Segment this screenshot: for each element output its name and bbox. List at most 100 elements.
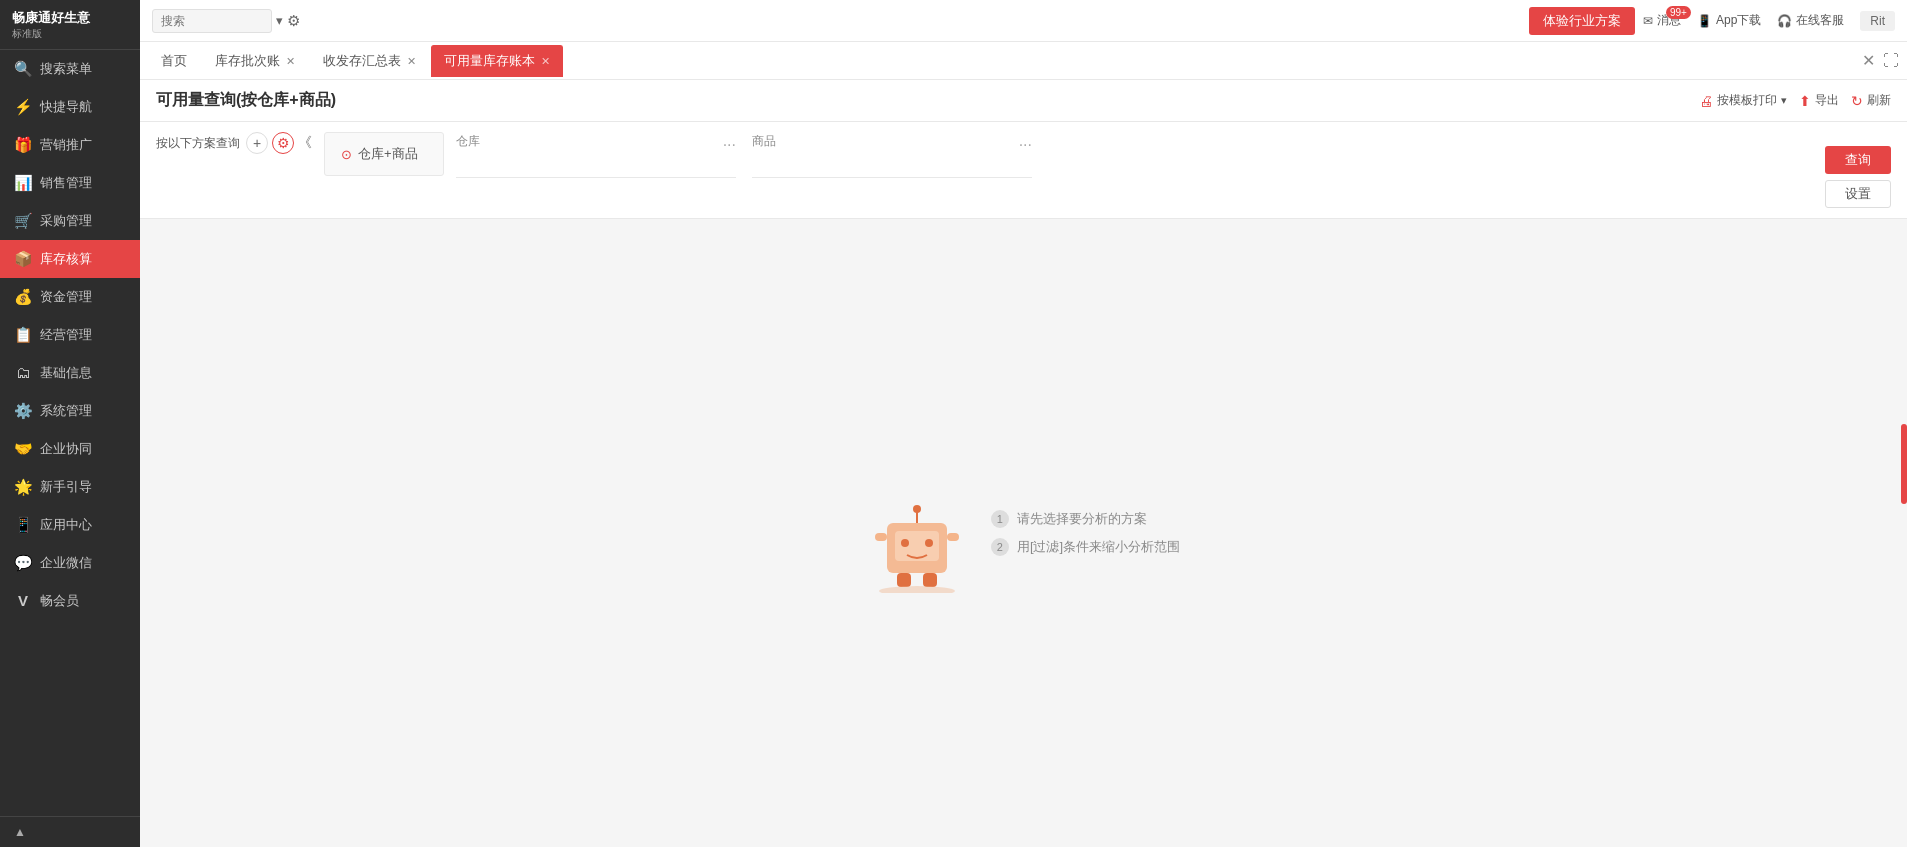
- sidebar-item-enterprise[interactable]: 🤝 企业协同: [0, 430, 140, 468]
- filter-actions: 查询 设置: [1825, 132, 1891, 208]
- sidebar-item-label: 系统管理: [40, 402, 92, 420]
- lightning-icon: ⚡: [14, 98, 32, 116]
- tab-home[interactable]: 首页: [148, 45, 200, 77]
- folder-icon: 🗂: [14, 364, 32, 381]
- print-label: 按模板打印: [1717, 92, 1777, 109]
- sidebar-item-sales[interactable]: 📊 销售管理: [0, 164, 140, 202]
- tab-batch-ledger-label: 库存批次账: [215, 52, 280, 70]
- right-scrollbar[interactable]: [1901, 424, 1907, 504]
- sidebar-item-basic[interactable]: 🗂 基础信息: [0, 354, 140, 392]
- export-icon: ⬆: [1799, 93, 1811, 109]
- topbar: ▾ ⚙ 体验行业方案 ✉ 消息 99+ 📱 App下载 🎧 在线客服 Rit: [140, 0, 1907, 42]
- gear-icon: ⚙️: [14, 402, 32, 420]
- trial-industry-button[interactable]: 体验行业方案: [1529, 7, 1635, 35]
- empty-svg: [867, 483, 967, 593]
- sidebar-item-system[interactable]: ⚙️ 系统管理: [0, 392, 140, 430]
- app-download-button[interactable]: 📱 App下载: [1697, 12, 1761, 29]
- empty-state: 1 请先选择要分析的方案 2 用[过滤]条件来缩小分析范围: [140, 219, 1907, 847]
- sidebar-item-label: 库存核算: [40, 250, 92, 268]
- sidebar-item-marketing[interactable]: 🎁 营销推广: [0, 126, 140, 164]
- handshake-icon: 🤝: [14, 440, 32, 458]
- topbar-gear-button[interactable]: ⚙: [287, 12, 300, 30]
- sidebar-item-purchase[interactable]: 🛒 采购管理: [0, 202, 140, 240]
- topbar-search-input[interactable]: [152, 9, 272, 33]
- settings-button[interactable]: 设置: [1825, 180, 1891, 208]
- filter-area: 按以下方案查询 + ⚙ 《 ⊙ 仓库+商品 仓库 ...: [140, 122, 1907, 219]
- goods-input[interactable]: [752, 154, 1032, 178]
- download-icon: 📱: [1697, 14, 1712, 28]
- message-button[interactable]: ✉ 消息 99+: [1643, 12, 1681, 29]
- scheme-warehouse-goods[interactable]: ⊙ 仓库+商品: [333, 141, 435, 167]
- message-badge: 99+: [1666, 6, 1691, 19]
- sidebar-item-wechat[interactable]: 💬 企业微信: [0, 544, 140, 582]
- sidebar-item-label: 企业协同: [40, 440, 92, 458]
- sidebar-item-inventory[interactable]: 📦 库存核算: [0, 240, 140, 278]
- user-name: Rit: [1870, 14, 1885, 28]
- sidebar-item-appcenter[interactable]: 📱 应用中心: [0, 506, 140, 544]
- tab-receive-summary[interactable]: 收发存汇总表 ✕: [310, 45, 429, 77]
- chat-icon: 💬: [14, 554, 32, 572]
- tab-receive-summary-label: 收发存汇总表: [323, 52, 401, 70]
- customer-service-button[interactable]: 🎧 在线客服: [1777, 12, 1844, 29]
- app-title: 畅康通好生意: [12, 10, 128, 27]
- refresh-icon: ↻: [1851, 93, 1863, 109]
- sidebar-item-finance[interactable]: 💰 资金管理: [0, 278, 140, 316]
- empty-box-illustration: [867, 483, 967, 583]
- topbar-dropdown-button[interactable]: ▾: [276, 13, 283, 28]
- filter-fields: 仓库 ... 商品 ...: [456, 132, 1813, 178]
- sidebar-item-label: 快捷导航: [40, 98, 92, 116]
- expand-icon: ▲: [14, 825, 26, 839]
- empty-hint-2: 2 用[过滤]条件来缩小分析范围: [991, 538, 1180, 556]
- print-dropdown-icon: ▾: [1781, 94, 1787, 107]
- page-header-actions: 🖨 按模板打印 ▾ ⬆ 导出 ↻ 刷新: [1699, 92, 1891, 109]
- warehouse-input[interactable]: [456, 154, 736, 178]
- sidebar-item-label: 销售管理: [40, 174, 92, 192]
- refresh-button[interactable]: ↻ 刷新: [1851, 92, 1891, 109]
- query-button[interactable]: 查询: [1825, 146, 1891, 174]
- empty-hint-1: 1 请先选择要分析的方案: [991, 510, 1180, 528]
- svg-rect-8: [897, 573, 911, 587]
- sidebar-item-member[interactable]: V 畅会员: [0, 582, 140, 620]
- message-icon: ✉: [1643, 14, 1653, 28]
- tab-close-all-button[interactable]: ✕: [1862, 51, 1875, 70]
- app-subtitle: 标准版: [12, 27, 128, 41]
- money-icon: 💰: [14, 288, 32, 306]
- vip-icon: V: [14, 592, 32, 609]
- sidebar-item-label: 基础信息: [40, 364, 92, 382]
- tab-available-ledger-close[interactable]: ✕: [541, 55, 550, 68]
- clipboard-icon: 📋: [14, 326, 32, 344]
- add-scheme-button[interactable]: +: [246, 132, 268, 154]
- sidebar-item-newbie[interactable]: 🌟 新手引导: [0, 468, 140, 506]
- scheme-item-icon: ⊙: [341, 147, 352, 162]
- goods-more-button[interactable]: ...: [1019, 132, 1032, 150]
- user-avatar[interactable]: Rit: [1860, 11, 1895, 31]
- sidebar: 畅康通好生意 标准版 🔍 搜索菜单 ⚡ 快捷导航 🎁 营销推广 📊 销售管理 🛒…: [0, 0, 140, 847]
- tab-available-ledger[interactable]: 可用量库存账本 ✕: [431, 45, 563, 77]
- headset-icon: 🎧: [1777, 14, 1792, 28]
- sidebar-item-label: 搜索菜单: [40, 60, 92, 78]
- tab-receive-summary-close[interactable]: ✕: [407, 55, 416, 68]
- sidebar-nav: 🔍 搜索菜单 ⚡ 快捷导航 🎁 营销推广 📊 销售管理 🛒 采购管理 📦 库存核…: [0, 50, 140, 816]
- svg-point-3: [925, 539, 933, 547]
- sidebar-item-shortcut[interactable]: ⚡ 快捷导航: [0, 88, 140, 126]
- tab-maximize-button[interactable]: ⛶: [1883, 52, 1899, 70]
- tab-batch-ledger[interactable]: 库存批次账 ✕: [202, 45, 308, 77]
- sidebar-item-search[interactable]: 🔍 搜索菜单: [0, 50, 140, 88]
- hint-text-1: 请先选择要分析的方案: [1017, 510, 1147, 528]
- export-button[interactable]: ⬆ 导出: [1799, 92, 1839, 109]
- sidebar-item-operations[interactable]: 📋 经营管理: [0, 316, 140, 354]
- print-template-button[interactable]: 🖨 按模板打印 ▾: [1699, 92, 1787, 109]
- sidebar-logo: 畅康通好生意 标准版: [0, 0, 140, 50]
- star-icon: 🌟: [14, 478, 32, 496]
- filter-field-goods-label: 商品 ...: [752, 132, 1032, 150]
- scheme-settings-button[interactable]: ⚙: [272, 132, 294, 154]
- svg-rect-7: [947, 533, 959, 541]
- mobile-icon: 📱: [14, 516, 32, 534]
- box-icon: 📦: [14, 250, 32, 268]
- warehouse-more-button[interactable]: ...: [723, 132, 736, 150]
- tab-home-label: 首页: [161, 52, 187, 70]
- tab-batch-ledger-close[interactable]: ✕: [286, 55, 295, 68]
- empty-hints: 1 请先选择要分析的方案 2 用[过滤]条件来缩小分析范围: [991, 510, 1180, 556]
- gift-icon: 🎁: [14, 136, 32, 154]
- collapse-scheme-button[interactable]: 《: [298, 134, 312, 152]
